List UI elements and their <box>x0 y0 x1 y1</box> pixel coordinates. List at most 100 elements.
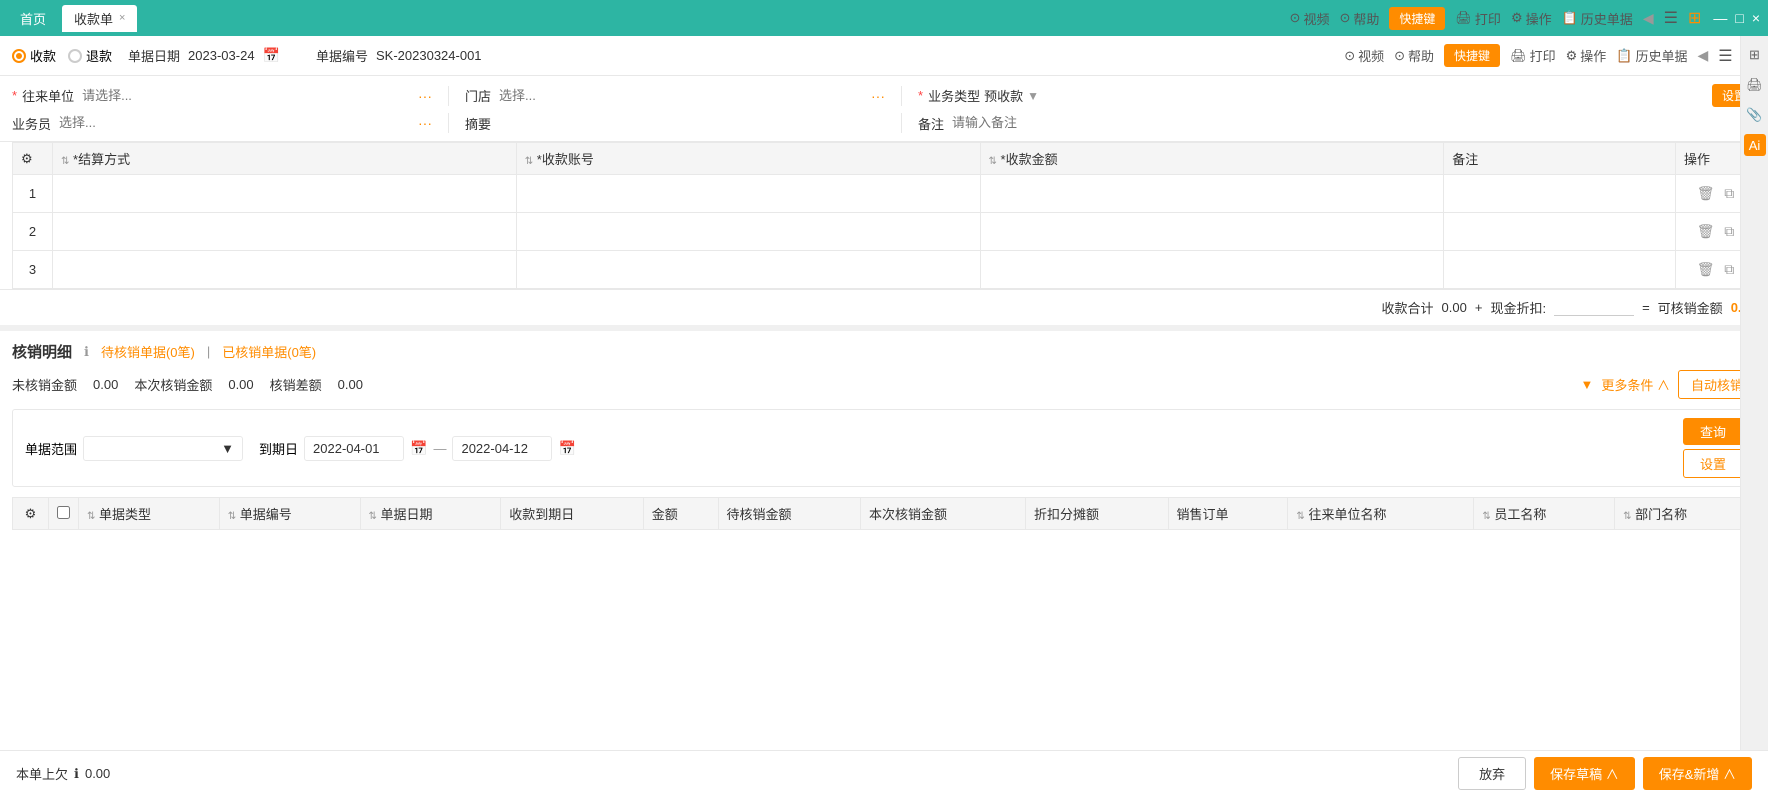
radio-shoukuan[interactable]: 收款 <box>12 46 56 65</box>
account-cell-3[interactable] <box>516 251 980 289</box>
account-cell-1[interactable] <box>516 175 980 213</box>
delete-icon-3[interactable]: 🗑 <box>1697 261 1715 277</box>
sub-th-duedate: 收款到期日 <box>501 498 643 530</box>
shortcut-button[interactable]: 快捷键 <box>1389 7 1445 30</box>
range-chevron-icon: ▼ <box>221 441 234 456</box>
radio-tuikuan-label: 退款 <box>86 46 112 65</box>
sub-th-checkbox[interactable] <box>49 498 79 530</box>
select-all-checkbox[interactable] <box>57 506 70 519</box>
unchecked-label: 未核销金额 <box>12 375 77 394</box>
settlement-cell-3[interactable] <box>53 251 517 289</box>
sidebar-ai-icon[interactable]: Ai <box>1744 134 1766 156</box>
done-tab[interactable]: 已核销单据(0笔) <box>222 342 316 361</box>
video-link[interactable]: ⊙ 视频 <box>1290 9 1330 28</box>
video-icon: ⊙ <box>1290 10 1301 26</box>
bottom-bar: 本单上欠 ℹ 0.00 放弃 保存草稿 ∧ 保存&新增 ∧ <box>0 750 1768 796</box>
prev-arrow2[interactable]: ◀ <box>1697 47 1708 64</box>
query-button[interactable]: 查询 <box>1683 418 1743 445</box>
date-to-input[interactable] <box>452 436 552 461</box>
prev-info-icon[interactable]: ℹ <box>74 766 79 782</box>
close-window-button[interactable]: × <box>1752 10 1760 26</box>
staff-input[interactable] <box>55 113 414 133</box>
verify-title: 核销明细 <box>12 341 72 362</box>
th-note: 备注 <box>1444 143 1676 175</box>
divider-1 <box>448 86 449 106</box>
abstract-input[interactable] <box>495 113 885 133</box>
note-cell-3[interactable] <box>1444 251 1676 289</box>
home-tab[interactable]: 首页 <box>8 5 58 32</box>
ops-link2[interactable]: ⚙ 操作 <box>1566 46 1607 65</box>
radio-tuikuan[interactable]: 退款 <box>68 46 112 65</box>
counterpart-input[interactable] <box>78 86 414 106</box>
minimize-button[interactable]: — <box>1713 10 1727 26</box>
shortcut-btn2[interactable]: 快捷键 <box>1444 44 1500 67</box>
grid-view-icon[interactable]: ⊞ <box>1688 8 1701 28</box>
date-from-calendar-icon[interactable]: 📅 <box>410 440 427 457</box>
delete-icon-1[interactable]: 🗑 <box>1697 185 1715 201</box>
pending-tab[interactable]: 待核销单据(0笔) <box>101 342 195 361</box>
shoukuan-tab[interactable]: 收款单 × <box>62 5 137 32</box>
calendar-icon[interactable]: 📅 <box>263 47 280 64</box>
due-label: 到期日 <box>259 439 298 458</box>
store-more-icon[interactable]: ··· <box>871 88 885 104</box>
copy-icon-3[interactable]: ⧉ <box>1724 261 1734 277</box>
amount-cell-3[interactable] <box>980 251 1444 289</box>
more-conditions-btn[interactable]: 更多条件 ∧ <box>1601 375 1670 394</box>
plus-sign: + <box>1475 300 1483 315</box>
history-icon2: 📋 <box>1616 48 1632 64</box>
right-sidebar: ⊞ 🖨 📎 Ai <box>1740 36 1768 750</box>
biztype-select[interactable]: 预收款 ▼ <box>984 86 1104 105</box>
th-gear[interactable]: ⚙ <box>13 143 53 175</box>
staff-more-icon[interactable]: ··· <box>418 115 432 131</box>
delete-icon-2[interactable]: 🗑 <box>1697 223 1715 239</box>
amount-cell-1[interactable] <box>980 175 1444 213</box>
list-view-icon[interactable]: ☰ <box>1664 8 1678 28</box>
store-input[interactable] <box>495 86 867 106</box>
save-draft-button[interactable]: 保存草稿 ∧ <box>1534 757 1635 790</box>
counterpart-label: 往来单位 <box>22 86 74 105</box>
video-link2[interactable]: ⊙ 视频 <box>1344 46 1384 65</box>
sub-th-counterpart: ⇅ 往来单位名称 <box>1288 498 1474 530</box>
row-num-1: 1 <box>13 175 53 213</box>
range-select[interactable]: ▼ <box>83 436 243 461</box>
settlement-cell-1[interactable] <box>53 175 517 213</box>
sub-th-current: 本次核销金额 <box>860 498 1025 530</box>
counterpart-more-icon[interactable]: ··· <box>418 88 432 104</box>
sidebar-print-icon[interactable]: 🖨 <box>1744 74 1766 96</box>
abandon-button[interactable]: 放弃 <box>1458 757 1526 790</box>
note-cell-2[interactable] <box>1444 213 1676 251</box>
save-new-button[interactable]: 保存&新增 ∧ <box>1643 757 1752 790</box>
date-to-calendar-icon[interactable]: 📅 <box>558 440 575 457</box>
amount-cell-2[interactable] <box>980 213 1444 251</box>
sub-th-gear[interactable]: ⚙ <box>13 498 49 530</box>
copy-icon-2[interactable]: ⧉ <box>1724 223 1734 239</box>
type-radio-group: 收款 退款 <box>12 46 112 65</box>
divider-3 <box>448 113 449 133</box>
copy-icon-1[interactable]: ⧉ <box>1724 185 1734 201</box>
settlement-cell-2[interactable] <box>53 213 517 251</box>
current-label: 本次核销金额 <box>134 375 212 394</box>
ops-icon2: ⚙ <box>1566 48 1578 64</box>
list-view2[interactable]: ☰ <box>1718 46 1732 66</box>
note-input[interactable] <box>948 113 1756 133</box>
sub-table-container: ⚙ ⇅ 单据类型 ⇅ 单据编号 ⇅ 单据日期 收款到期日 金额 待核销金额 本次… <box>12 497 1756 530</box>
filter-settings-button[interactable]: 设置 <box>1683 449 1743 478</box>
help-link2[interactable]: ⊙ 帮助 <box>1394 46 1434 65</box>
verify-info-icon[interactable]: ℹ <box>84 344 89 360</box>
history-link[interactable]: 📋 历史单据 <box>1562 9 1633 28</box>
print-link[interactable]: 🖨 打印 <box>1455 9 1501 28</box>
sidebar-attach-icon[interactable]: 📎 <box>1744 104 1766 126</box>
sidebar-table-icon[interactable]: ⊞ <box>1744 44 1766 66</box>
close-tab-icon[interactable]: × <box>119 12 125 24</box>
note-cell-1[interactable] <box>1444 175 1676 213</box>
print-link2[interactable]: 🖨 打印 <box>1510 46 1556 65</box>
operations-link[interactable]: ⚙ 操作 <box>1511 9 1552 28</box>
prev-arrow[interactable]: ◀ <box>1643 10 1654 27</box>
help-link[interactable]: ⊙ 帮助 <box>1339 9 1379 28</box>
restore-button[interactable]: □ <box>1735 10 1743 26</box>
history-link2[interactable]: 📋 历史单据 <box>1616 46 1687 65</box>
account-cell-2[interactable] <box>516 213 980 251</box>
date-from-input[interactable] <box>304 436 404 461</box>
discount-input[interactable] <box>1554 300 1634 316</box>
th-amount: ⇅ *收款金额 <box>980 143 1444 175</box>
